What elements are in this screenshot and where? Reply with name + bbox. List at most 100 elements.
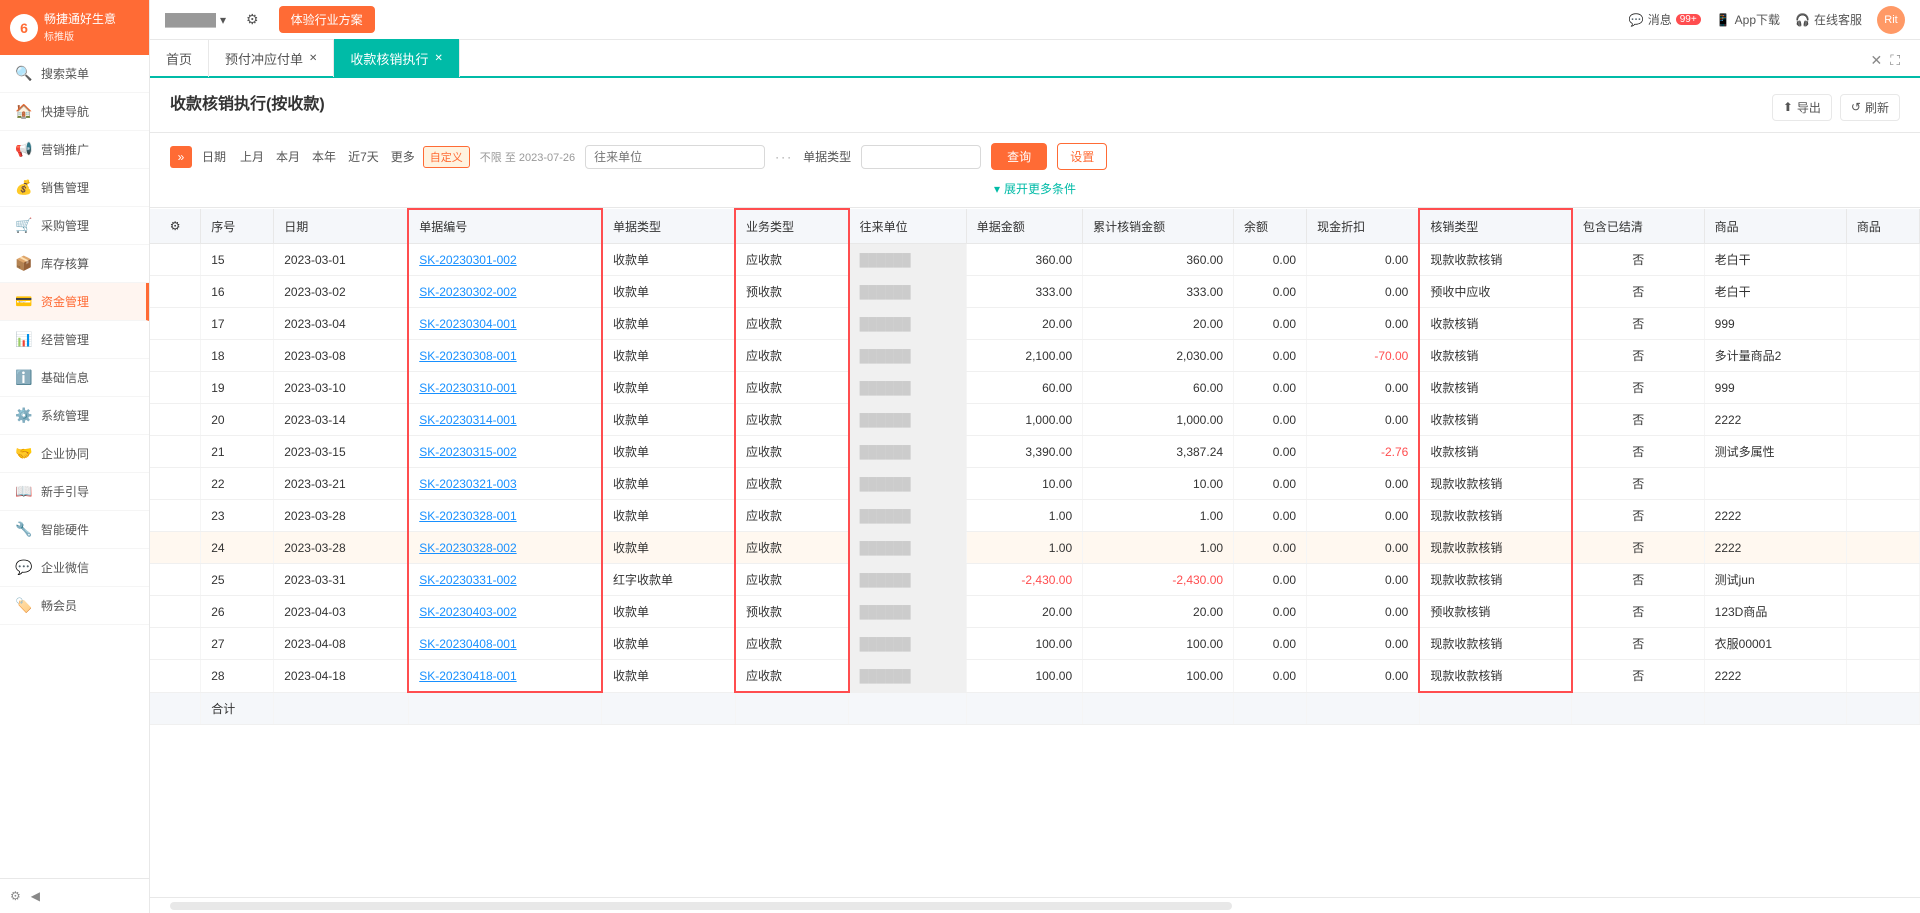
sidebar-item-marketing[interactable]: 📢 营销推广 <box>0 131 149 169</box>
link-bill_no[interactable]: SK-20230310-001 <box>419 381 516 395</box>
cell-bill_no[interactable]: SK-20230328-001 <box>408 500 602 532</box>
cell-bill_no[interactable]: SK-20230328-002 <box>408 532 602 564</box>
query-button[interactable]: 查询 <box>991 143 1047 170</box>
link-bill_no[interactable]: SK-20230314-001 <box>419 413 516 427</box>
date-btn-本年[interactable]: 本年 <box>308 146 340 168</box>
tab-close-collection[interactable]: ✕ <box>434 53 442 64</box>
filter-toggle-button[interactable]: » <box>170 146 192 168</box>
settings-button[interactable]: ⚙ <box>246 11 259 28</box>
col-header-gear[interactable]: ⚙ <box>150 209 201 244</box>
export-button[interactable]: ⬆ 导出 <box>1772 94 1832 121</box>
sidebar-item-member[interactable]: 🏷️ 畅会员 <box>0 587 149 625</box>
expand-window-icon[interactable]: ⛶ <box>1890 52 1900 69</box>
date-btn-本月[interactable]: 本月 <box>272 146 304 168</box>
sidebar-item-system[interactable]: ⚙️ 系统管理 <box>0 397 149 435</box>
link-bill_no[interactable]: SK-20230418-001 <box>419 669 516 683</box>
link-bill_no[interactable]: SK-20230408-001 <box>419 637 516 651</box>
sidebar-item-quicknav[interactable]: 🏠 快捷导航 <box>0 93 149 131</box>
cell-bill_no[interactable]: SK-20230308-001 <box>408 340 602 372</box>
link-bill_no[interactable]: SK-20230403-002 <box>419 605 516 619</box>
link-bill_no[interactable]: SK-20230328-001 <box>419 509 516 523</box>
col-header-no: 序号 <box>201 209 274 244</box>
cell-bill_no[interactable]: SK-20230310-001 <box>408 372 602 404</box>
cell-cumulative: 1.00 <box>1083 500 1234 532</box>
tab-close-pre-payment[interactable]: ✕ <box>309 53 317 64</box>
cell-bill_no[interactable]: SK-20230302-002 <box>408 276 602 308</box>
cell-biz_type: 应收款 <box>735 660 849 693</box>
sidebar-item-finance[interactable]: 💳 资金管理 <box>0 283 149 321</box>
link-bill_no[interactable]: SK-20230328-002 <box>419 541 516 555</box>
date-custom-button[interactable]: 自定义 <box>423 146 470 168</box>
cell-bill_no[interactable]: SK-20230408-001 <box>408 628 602 660</box>
link-bill_no[interactable]: SK-20230315-002 <box>419 445 516 459</box>
module-dropdown[interactable]: ██████ ▾ <box>165 13 226 27</box>
tab-home[interactable]: 首页 <box>150 39 209 77</box>
tab-pre-payment[interactable]: 预付冲应付单✕ <box>209 39 334 77</box>
user-avatar[interactable]: Rit <box>1877 6 1905 34</box>
cell-bill_no[interactable]: SK-20230403-002 <box>408 596 602 628</box>
link-bill_no[interactable]: SK-20230308-001 <box>419 349 516 363</box>
table-row: 232023-03-28SK-20230328-001收款单应收款██████1… <box>150 500 1920 532</box>
sidebar-item-purchase[interactable]: 🛒 采购管理 <box>0 207 149 245</box>
tab-collection[interactable]: 收款核销执行✕ <box>334 39 459 77</box>
close-window-icon[interactable]: ✕ <box>1870 52 1882 69</box>
sidebar-item-wechat[interactable]: 💬 企业微信 <box>0 549 149 587</box>
filter-settings-button[interactable]: 设置 <box>1057 143 1107 170</box>
sidebar-item-search[interactable]: 🔍 搜索菜单 <box>0 55 149 93</box>
collapse-icon[interactable]: ◀ <box>31 889 40 903</box>
link-bill_no[interactable]: SK-20230331-002 <box>419 573 516 587</box>
cell-bill_no[interactable]: SK-20230301-002 <box>408 244 602 276</box>
cell-amount: 360.00 <box>966 244 1082 276</box>
cell-bill_no[interactable]: SK-20230321-003 <box>408 468 602 500</box>
cell-amount: 60.00 <box>966 372 1082 404</box>
cell-product: 衣服00001 <box>1704 628 1846 660</box>
nav-icon-corp: 🤝 <box>15 445 33 462</box>
link-bill_no[interactable]: SK-20230321-003 <box>419 477 516 491</box>
sidebar-item-sales[interactable]: 💰 销售管理 <box>0 169 149 207</box>
cell-include_settled: 否 <box>1572 404 1704 436</box>
cell-product2 <box>1846 564 1919 596</box>
cell-bill_no[interactable]: SK-20230418-001 <box>408 660 602 693</box>
expand-more-button[interactable]: ▾ 展开更多条件 <box>994 180 1076 197</box>
settings-icon[interactable]: ⚙ <box>10 889 21 903</box>
sidebar-item-basic[interactable]: ℹ️ 基础信息 <box>0 359 149 397</box>
cell-product: 999 <box>1704 372 1846 404</box>
date-btn-上月[interactable]: 上月 <box>236 146 268 168</box>
cell-cash_discount: 0.00 <box>1307 532 1420 564</box>
cell-balance: 0.00 <box>1234 340 1307 372</box>
nav-icon-hardware: 🔧 <box>15 521 33 538</box>
horizontal-scrollbar[interactable] <box>150 897 1920 913</box>
cell-product2 <box>1846 532 1919 564</box>
sidebar-item-corp[interactable]: 🤝 企业协同 <box>0 435 149 473</box>
date-btn-更多[interactable]: 更多 <box>387 146 419 168</box>
bill-type-select[interactable] <box>861 145 981 169</box>
sidebar-item-inventory[interactable]: 📦 库存核算 <box>0 245 149 283</box>
col-header-bill_no: 单据编号 <box>408 209 602 244</box>
sidebar-item-guide[interactable]: 📖 新手引导 <box>0 473 149 511</box>
online-service-item[interactable]: 🎧 在线客服 <box>1795 11 1862 28</box>
refresh-button[interactable]: ↺ 刷新 <box>1840 94 1900 121</box>
link-bill_no[interactable]: SK-20230304-001 <box>419 317 516 331</box>
cell-cumulative: 20.00 <box>1083 596 1234 628</box>
cell-bill_no[interactable]: SK-20230331-002 <box>408 564 602 596</box>
cell-balance: 0.00 <box>1234 276 1307 308</box>
company-filter-input[interactable] <box>585 145 765 169</box>
date-btn-近7天[interactable]: 近7天 <box>344 146 383 168</box>
link-bill_no[interactable]: SK-20230301-002 <box>419 253 516 267</box>
cell-gear <box>150 500 201 532</box>
link-bill_no[interactable]: SK-20230302-002 <box>419 285 516 299</box>
nav-icon-marketing: 📢 <box>15 141 33 158</box>
messages-item[interactable]: 💬 消息 99+ <box>1629 11 1701 28</box>
sidebar-item-hardware[interactable]: 🔧 智能硬件 <box>0 511 149 549</box>
cell-bill_type: 收款单 <box>602 628 735 660</box>
cell-company: ██████ <box>849 372 967 404</box>
sidebar-item-operations[interactable]: 📊 经营管理 <box>0 321 149 359</box>
cell-bill_no[interactable]: SK-20230315-002 <box>408 436 602 468</box>
app-download-item[interactable]: 📱 App下载 <box>1716 11 1780 28</box>
cell-cumulative: 2,030.00 <box>1083 340 1234 372</box>
cell-gear <box>150 244 201 276</box>
cell-bill_no[interactable]: SK-20230304-001 <box>408 308 602 340</box>
industry-plan-button[interactable]: 体验行业方案 <box>279 6 375 33</box>
cell-bill_no[interactable]: SK-20230314-001 <box>408 404 602 436</box>
sidebar-bottom: ⚙ ◀ <box>0 878 149 913</box>
